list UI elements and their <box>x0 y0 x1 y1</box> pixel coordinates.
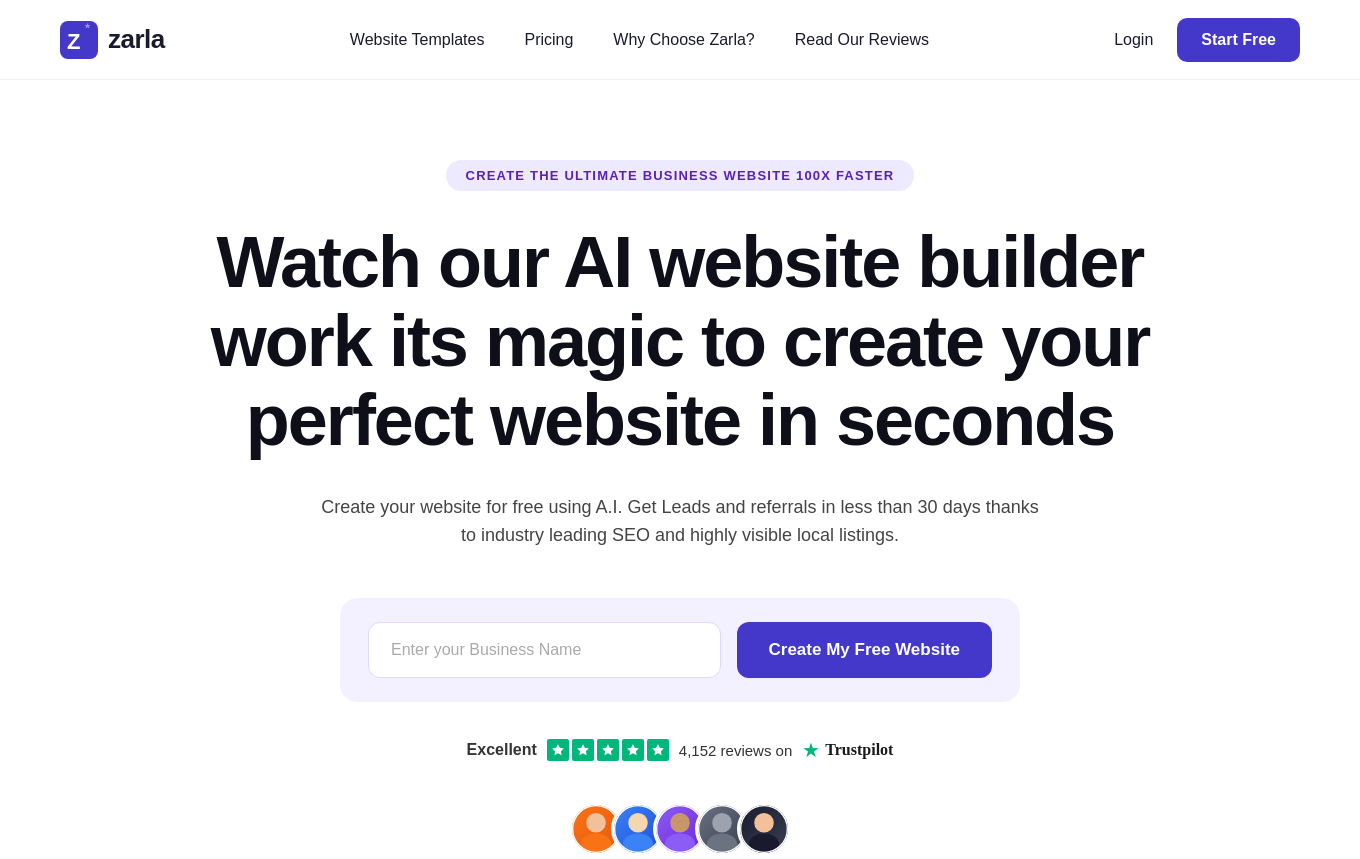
nav-item-why[interactable]: Why Choose Zarla? <box>613 31 754 49</box>
reviewer-avatars <box>569 802 791 856</box>
svg-point-6 <box>628 813 648 833</box>
trustpilot-brand: Trustpilot <box>825 741 893 759</box>
navbar: Z zarla Website Templates Pricing Why Ch… <box>0 0 1360 80</box>
hero-section: CREATE THE ULTIMATE BUSINESS WEBSITE 100… <box>0 80 1360 856</box>
star-2 <box>572 739 594 761</box>
avatar-5 <box>737 802 791 856</box>
svg-point-16 <box>749 834 779 855</box>
hero-form-box: Create My Free Website <box>340 598 1020 702</box>
trustpilot-logo: ★ Trustpilot <box>802 738 893 762</box>
nav-link-templates[interactable]: Website Templates <box>350 31 485 48</box>
star-4 <box>622 739 644 761</box>
trustpilot-star-icon: ★ <box>802 738 820 762</box>
nav-link-why[interactable]: Why Choose Zarla? <box>613 31 754 48</box>
star-1 <box>547 739 569 761</box>
logo[interactable]: Z zarla <box>60 21 165 59</box>
nav-item-pricing[interactable]: Pricing <box>524 31 573 49</box>
zarla-logo-icon: Z <box>60 21 98 59</box>
svg-text:Z: Z <box>67 29 80 54</box>
hero-subtitle: Create your website for free using A.I. … <box>320 493 1040 551</box>
star-3 <box>597 739 619 761</box>
trustpilot-row: Excellent 4,152 reviews on <box>467 738 894 762</box>
trustpilot-stars <box>547 739 669 761</box>
star-5 <box>647 739 669 761</box>
svg-point-10 <box>665 834 695 855</box>
trustpilot-review-count: 4,152 reviews on <box>679 742 792 759</box>
svg-point-13 <box>707 834 737 855</box>
svg-point-4 <box>581 834 611 855</box>
hero-title: Watch our AI website builder work its ma… <box>130 223 1230 461</box>
nav-links: Website Templates Pricing Why Choose Zar… <box>350 31 929 49</box>
hero-badge: CREATE THE ULTIMATE BUSINESS WEBSITE 100… <box>446 160 915 191</box>
nav-item-reviews[interactable]: Read Our Reviews <box>795 31 929 49</box>
nav-link-pricing[interactable]: Pricing <box>524 31 573 48</box>
start-free-button[interactable]: Start Free <box>1177 18 1300 62</box>
svg-point-12 <box>712 813 732 833</box>
svg-point-15 <box>754 813 774 833</box>
trustpilot-section: Excellent 4,152 reviews on <box>467 738 894 762</box>
logo-wordmark: zarla <box>108 24 165 55</box>
nav-right: Login Start Free <box>1114 18 1300 62</box>
svg-point-3 <box>586 813 606 833</box>
svg-point-9 <box>670 813 690 833</box>
nav-link-reviews[interactable]: Read Our Reviews <box>795 31 929 48</box>
login-button[interactable]: Login <box>1114 31 1153 49</box>
create-website-button[interactable]: Create My Free Website <box>737 622 992 678</box>
business-name-input[interactable] <box>368 622 721 678</box>
nav-item-templates[interactable]: Website Templates <box>350 31 485 49</box>
svg-point-7 <box>623 834 653 855</box>
trustpilot-excellent: Excellent <box>467 741 537 759</box>
